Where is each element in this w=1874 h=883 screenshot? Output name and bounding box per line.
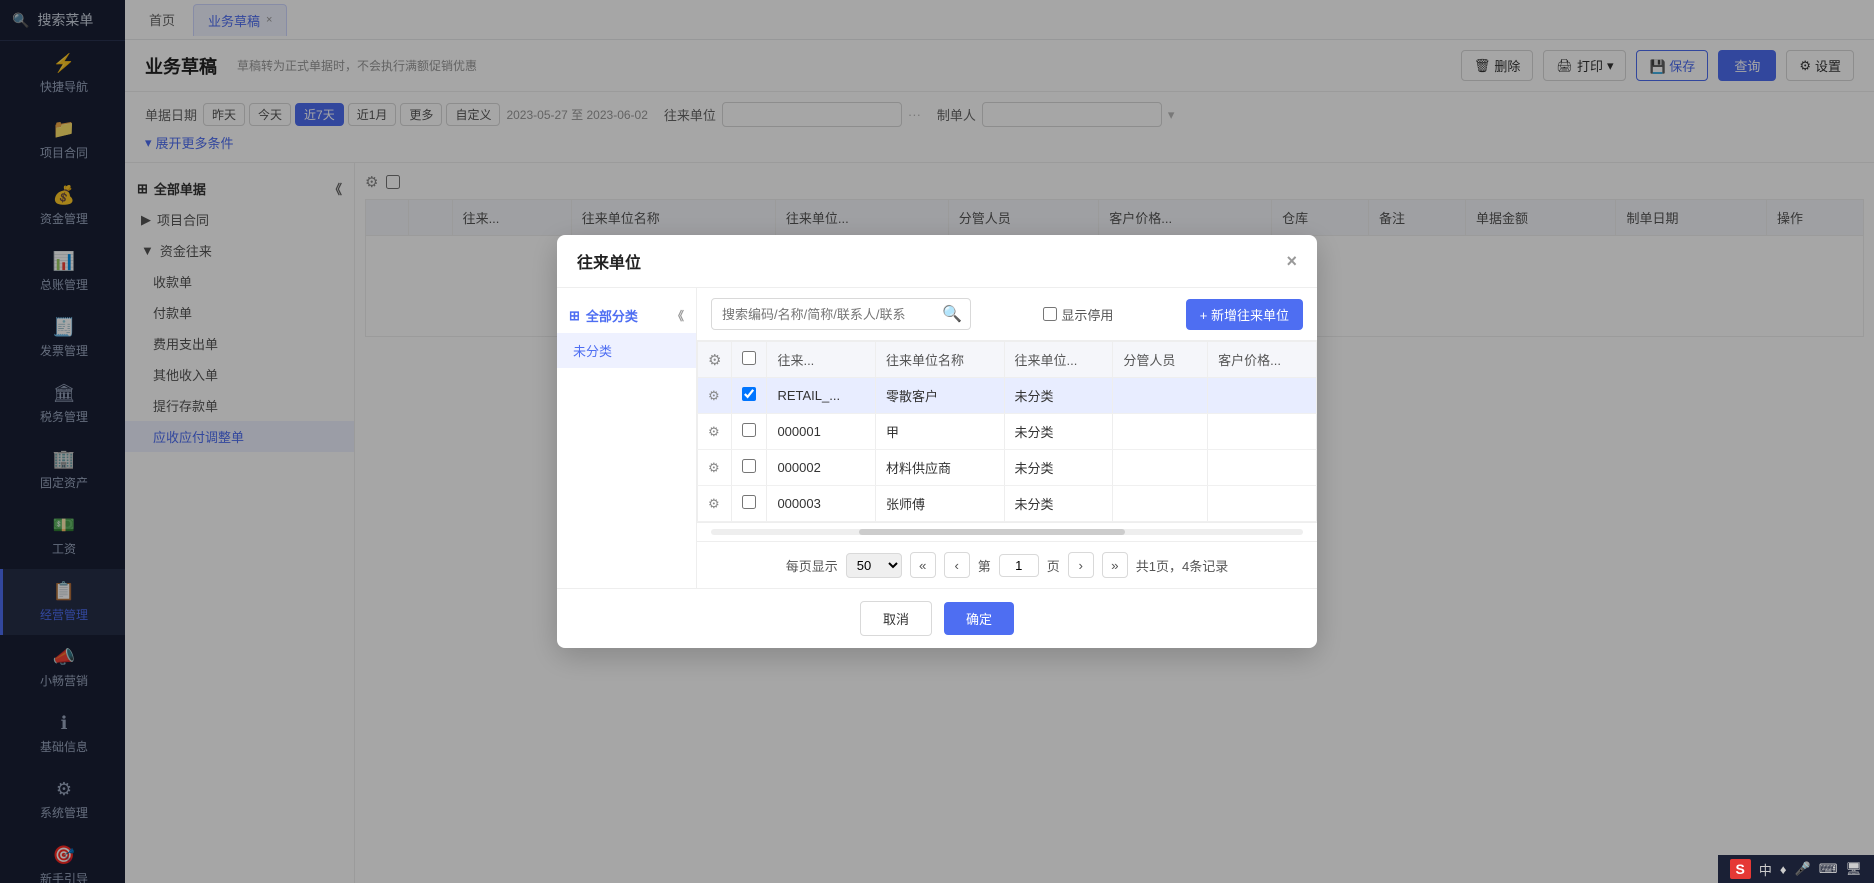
row-code-cell: 000002: [767, 450, 876, 486]
row-code-cell: RETAIL_...: [767, 378, 876, 414]
row-checkbox-cell: [732, 450, 767, 486]
row-checkbox-cell: [732, 486, 767, 522]
row-name-cell: 材料供应商: [876, 450, 1005, 486]
dialog-table-row[interactable]: ⚙ RETAIL_... 零散客户 未分类: [698, 378, 1317, 414]
confirm-button[interactable]: 确定: [944, 602, 1014, 635]
row-gear-icon[interactable]: ⚙: [708, 460, 720, 475]
row-checkbox[interactable]: [742, 459, 756, 473]
row-checkbox-cell: [732, 414, 767, 450]
dialog-pagination: 每页显示 50 20 100 « ‹ 第 页 › » 共1页，4条记录: [697, 541, 1317, 588]
grid-icon: ⊞: [569, 308, 580, 324]
dialog-table-row[interactable]: ⚙ 000001 甲 未分类: [698, 414, 1317, 450]
th-name: 往来单位名称: [876, 342, 1005, 378]
row-manager-cell: [1113, 486, 1208, 522]
dialog-table-row[interactable]: ⚙ 000003 张师傅 未分类: [698, 486, 1317, 522]
dialog-right-panel: 🔍 显示停用 + 新增往来单位 ⚙: [697, 288, 1317, 588]
row-name-cell: 甲: [876, 414, 1005, 450]
th-code: 往来...: [767, 342, 876, 378]
search-icon[interactable]: 🔍: [934, 299, 970, 329]
row-settings-cell: ⚙: [698, 450, 732, 486]
row-name-cell: 零散客户: [876, 378, 1005, 414]
row-price-cell: [1208, 414, 1317, 450]
row-price-cell: [1208, 378, 1317, 414]
total-label: 共1页，4条记录: [1136, 556, 1228, 575]
taskbar-diamond-icon: ♦: [1780, 862, 1787, 877]
row-category-cell: 未分类: [1004, 450, 1113, 486]
th-category: 往来单位...: [1004, 342, 1113, 378]
per-page-select[interactable]: 50 20 100: [846, 553, 902, 578]
dialog-select-all[interactable]: [742, 351, 756, 365]
row-code-cell: 000001: [767, 414, 876, 450]
dialog-close-button[interactable]: ×: [1286, 251, 1297, 272]
show-disabled-checkbox[interactable]: [1043, 307, 1057, 321]
cancel-button[interactable]: 取消: [860, 601, 932, 636]
row-name-cell: 张师傅: [876, 486, 1005, 522]
dialog-toolbar: 🔍 显示停用 + 新增往来单位: [697, 288, 1317, 341]
cancel-label: 取消: [883, 612, 909, 627]
row-settings-cell: ⚙: [698, 486, 732, 522]
row-price-cell: [1208, 486, 1317, 522]
th-checkbox: [732, 342, 767, 378]
partner-dialog: 往来单位 × ⊞ 全部分类 《 未分类: [557, 235, 1317, 648]
show-disabled-checkbox-group: 显示停用: [1043, 305, 1113, 324]
page-label: 第: [978, 556, 991, 575]
show-disabled-label: 显示停用: [1061, 305, 1113, 324]
row-checkbox[interactable]: [742, 387, 756, 401]
table-gear-icon[interactable]: ⚙: [708, 352, 721, 369]
row-gear-icon[interactable]: ⚙: [708, 388, 720, 403]
page-input[interactable]: [999, 554, 1039, 577]
dialog-left-panel: ⊞ 全部分类 《 未分类: [557, 288, 697, 588]
dialog-search-input[interactable]: [712, 302, 934, 327]
taskbar-keyboard-icon: ⌨: [1819, 861, 1838, 877]
collapse-left-icon[interactable]: 《: [672, 307, 684, 324]
row-gear-icon[interactable]: ⚙: [708, 496, 720, 511]
dialog-search-box: 🔍: [711, 298, 971, 330]
add-partner-label: + 新增往来单位: [1200, 308, 1289, 323]
per-page-label: 每页显示: [786, 556, 838, 575]
row-checkbox-cell: [732, 378, 767, 414]
taskbar-mic-icon: 🎤: [1795, 861, 1811, 877]
th-price: 客户价格...: [1208, 342, 1317, 378]
dialog-footer: 取消 确定: [557, 588, 1317, 648]
row-checkbox[interactable]: [742, 423, 756, 437]
row-manager-cell: [1113, 378, 1208, 414]
dialog-header: 往来单位 ×: [557, 235, 1317, 288]
th-settings: ⚙: [698, 342, 732, 378]
dialog-left-unclassified[interactable]: 未分类: [557, 333, 696, 368]
dialog-left-header[interactable]: ⊞ 全部分类 《: [557, 298, 696, 333]
dialog-left-header-label: 全部分类: [586, 306, 638, 325]
dialog-table-row[interactable]: ⚙ 000002 材料供应商 未分类: [698, 450, 1317, 486]
row-manager-cell: [1113, 450, 1208, 486]
row-category-cell: 未分类: [1004, 414, 1113, 450]
dleft-item-label: 未分类: [573, 344, 612, 359]
row-settings-cell: ⚙: [698, 414, 732, 450]
brand-icon: S: [1730, 859, 1751, 879]
taskbar-monitor-icon: 🖥: [1845, 861, 1862, 877]
page-unit: 页: [1047, 556, 1060, 575]
first-page-btn[interactable]: «: [910, 552, 936, 578]
row-checkbox[interactable]: [742, 495, 756, 509]
row-category-cell: 未分类: [1004, 486, 1113, 522]
taskbar: S 中 ♦ 🎤 ⌨ 🖥: [1718, 855, 1874, 883]
dialog-body: ⊞ 全部分类 《 未分类 🔍 显示停用: [557, 288, 1317, 588]
confirm-label: 确定: [966, 612, 992, 627]
add-partner-button[interactable]: + 新增往来单位: [1186, 299, 1303, 330]
row-gear-icon[interactable]: ⚙: [708, 424, 720, 439]
row-category-cell: 未分类: [1004, 378, 1113, 414]
prev-page-btn[interactable]: ‹: [944, 552, 970, 578]
th-manager: 分管人员: [1113, 342, 1208, 378]
dialog-table: ⚙ 往来... 往来单位名称 往来单位... 分管人员 客户价格... ⚙: [697, 341, 1317, 522]
dialog-overlay: 往来单位 × ⊞ 全部分类 《 未分类: [0, 0, 1874, 883]
taskbar-cn-icon: 中: [1759, 860, 1772, 879]
row-manager-cell: [1113, 414, 1208, 450]
next-page-btn[interactable]: ›: [1068, 552, 1094, 578]
last-page-btn[interactable]: »: [1102, 552, 1128, 578]
row-settings-cell: ⚙: [698, 378, 732, 414]
row-code-cell: 000003: [767, 486, 876, 522]
row-price-cell: [1208, 450, 1317, 486]
dialog-title: 往来单位: [577, 249, 641, 273]
dialog-table-wrap: ⚙ 往来... 往来单位名称 往来单位... 分管人员 客户价格... ⚙: [697, 341, 1317, 522]
